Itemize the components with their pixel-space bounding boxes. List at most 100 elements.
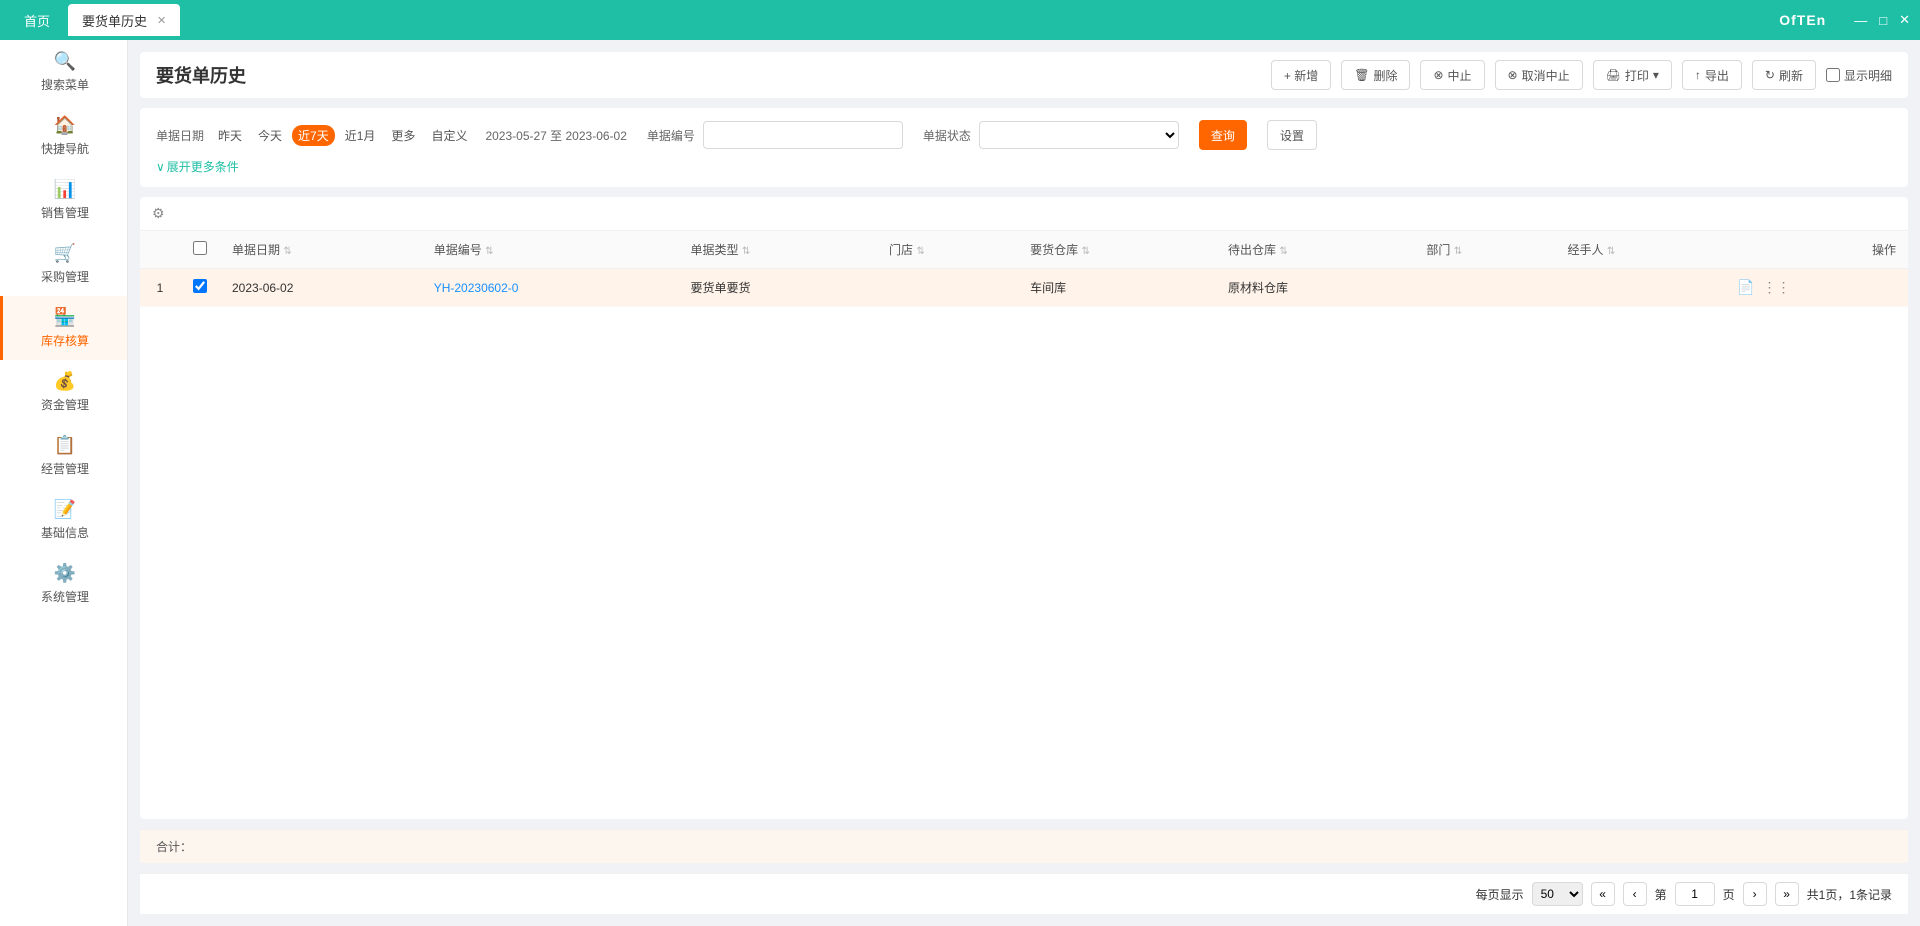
- sort-icon-to-warehouse: ⇅: [1279, 246, 1287, 257]
- row-handler: [1556, 269, 1725, 307]
- window-actions: OfTEn — □ ✕: [1779, 12, 1910, 28]
- settings-filter-button[interactable]: 设置: [1267, 120, 1317, 150]
- basic-icon: 📝: [54, 499, 76, 520]
- brand-text: OfTEn: [1779, 12, 1826, 28]
- col-header-doc-type[interactable]: 单据类型 ⇅: [679, 231, 877, 269]
- page-goto-label: 第: [1655, 886, 1667, 903]
- expand-conditions-button[interactable]: ∨ 展开更多条件: [156, 158, 1892, 175]
- sidebar-item-system[interactable]: ⚙️ 系统管理: [0, 552, 127, 616]
- col-header-department[interactable]: 部门 ⇅: [1414, 231, 1555, 269]
- delete-button[interactable]: 🗑 删除: [1341, 60, 1410, 90]
- sidebar-item-shortcut[interactable]: 🏠 快捷导航: [0, 104, 127, 168]
- row-from-warehouse: 车间库: [1018, 269, 1216, 307]
- sidebar-label-operations: 经营管理: [41, 460, 89, 477]
- top-bar: 首页 要货单历史 ✕ OfTEn — □ ✕: [0, 0, 1920, 40]
- date-label: 单据日期: [156, 127, 204, 144]
- sidebar-label-system: 系统管理: [41, 588, 89, 605]
- page-number-input[interactable]: 1: [1675, 882, 1715, 906]
- cancel-stop-button[interactable]: ⊗ 取消中止: [1495, 60, 1583, 90]
- sidebar-item-finance[interactable]: 💰 资金管理: [0, 360, 127, 424]
- last-page-button[interactable]: »: [1775, 882, 1799, 906]
- sidebar-item-purchase[interactable]: 🛒 采购管理: [0, 232, 127, 296]
- stop-button[interactable]: ⊗ 中止: [1420, 60, 1484, 90]
- refresh-button[interactable]: ↻ 刷新: [1752, 60, 1816, 90]
- home-icon: 🏠: [54, 115, 76, 136]
- shortcut-today[interactable]: 今天: [252, 125, 288, 146]
- print-icon: 🖨: [1606, 68, 1621, 82]
- cancel-stop-icon: ⊗: [1508, 68, 1518, 82]
- col-header-num: [140, 231, 180, 269]
- close-button[interactable]: ✕: [1899, 12, 1910, 28]
- sidebar-label-inventory: 库存核算: [41, 332, 89, 349]
- main-layout: 🔍 搜索菜单 🏠 快捷导航 📊 销售管理 🛒 采购管理 🏪 库存核算 💰 资金管…: [0, 40, 1920, 926]
- operations-icon: 📋: [54, 435, 76, 456]
- pagination: 每页显示 50 10 20 100 « ‹ 第 1 页 › » 共1页，1条记录: [140, 873, 1908, 914]
- sidebar-label-search: 搜索菜单: [41, 76, 89, 93]
- sidebar-item-sales[interactable]: 📊 销售管理: [0, 168, 127, 232]
- status-filter: 单据状态: [923, 121, 1179, 149]
- row-more-icon[interactable]: ⋮⋮: [1762, 279, 1790, 296]
- table-summary: 合计：: [140, 829, 1908, 863]
- print-dropdown-icon: ▾: [1653, 68, 1659, 82]
- sidebar-item-search[interactable]: 🔍 搜索菜单: [0, 40, 127, 104]
- per-page-select[interactable]: 50 10 20 100: [1532, 882, 1583, 906]
- tab-history[interactable]: 要货单历史 ✕: [68, 4, 180, 36]
- row-edit-icon[interactable]: 📄: [1737, 279, 1754, 296]
- table-area: ⚙ 单据日期 ⇅ 单据编号 ⇅: [140, 197, 1908, 819]
- shortcut-7days[interactable]: 近7天: [292, 125, 335, 146]
- refresh-icon: ↻: [1765, 68, 1775, 82]
- tab-home[interactable]: 首页: [10, 4, 64, 36]
- col-header-store[interactable]: 门店 ⇅: [877, 231, 1018, 269]
- shortcut-more[interactable]: 更多: [385, 125, 421, 146]
- shortcut-custom[interactable]: 自定义: [425, 125, 473, 146]
- print-button[interactable]: 🖨 打印 ▾: [1593, 60, 1672, 90]
- shortcut-yesterday[interactable]: 昨天: [212, 125, 248, 146]
- sales-icon: 📊: [54, 179, 76, 200]
- table-toolbar: ⚙: [140, 197, 1908, 231]
- maximize-button[interactable]: □: [1879, 13, 1887, 28]
- tab-history-label: 要货单历史: [82, 11, 147, 30]
- show-detail-toggle[interactable]: 显示明细: [1826, 67, 1892, 84]
- sidebar-label-sales: 销售管理: [41, 204, 89, 221]
- date-range-display: 2023-05-27 至 2023-06-02: [485, 127, 626, 144]
- sidebar-label-finance: 资金管理: [41, 396, 89, 413]
- sidebar-item-operations[interactable]: 📋 经营管理: [0, 424, 127, 488]
- show-detail-checkbox[interactable]: [1826, 68, 1840, 82]
- doc-no-label: 单据编号: [647, 127, 695, 144]
- row-to-warehouse: 原材料仓库: [1216, 269, 1414, 307]
- table-settings-icon[interactable]: ⚙: [152, 205, 165, 222]
- shortcut-1month[interactable]: 近1月: [339, 125, 382, 146]
- page-title: 要货单历史: [156, 62, 246, 88]
- sort-icon-department: ⇅: [1454, 246, 1462, 257]
- prev-page-button[interactable]: ‹: [1623, 882, 1647, 906]
- tab-list: 首页 要货单历史 ✕: [10, 4, 1779, 36]
- minimize-button[interactable]: —: [1854, 13, 1867, 28]
- add-button[interactable]: + 新增: [1271, 60, 1331, 90]
- status-select[interactable]: [979, 121, 1179, 149]
- select-all-checkbox[interactable]: [193, 241, 207, 255]
- stop-icon: ⊗: [1433, 68, 1443, 82]
- doc-no-input[interactable]: [703, 121, 903, 149]
- sort-icon-date: ⇅: [283, 246, 291, 257]
- col-header-handler[interactable]: 经手人 ⇅: [1556, 231, 1725, 269]
- sidebar-item-basic[interactable]: 📝 基础信息: [0, 488, 127, 552]
- col-header-to-warehouse[interactable]: 待出仓库 ⇅: [1216, 231, 1414, 269]
- sidebar-label-shortcut: 快捷导航: [41, 140, 89, 157]
- next-page-button[interactable]: ›: [1743, 882, 1767, 906]
- export-button[interactable]: ↑ 导出: [1682, 60, 1742, 90]
- first-page-button[interactable]: «: [1591, 882, 1615, 906]
- row-checkbox[interactable]: [193, 279, 207, 293]
- table-row: 1 2023-06-02 YH-20230602-0 要货单要货 车间库 原材料…: [140, 269, 1908, 307]
- doc-no-link[interactable]: YH-20230602-0: [434, 281, 519, 295]
- query-button[interactable]: 查询: [1199, 120, 1247, 150]
- data-table: 单据日期 ⇅ 单据编号 ⇅ 单据类型 ⇅ 门店: [140, 231, 1908, 307]
- summary-label: 合计：: [156, 840, 192, 854]
- tab-close-icon[interactable]: ✕: [157, 14, 166, 27]
- delete-icon: 🗑: [1354, 68, 1369, 82]
- col-header-date[interactable]: 单据日期 ⇅: [220, 231, 422, 269]
- finance-icon: 💰: [54, 371, 76, 392]
- sidebar-item-inventory[interactable]: 🏪 库存核算: [0, 296, 127, 360]
- col-header-doc-no[interactable]: 单据编号 ⇅: [422, 231, 679, 269]
- sort-icon-doc-type: ⇅: [742, 246, 750, 257]
- col-header-from-warehouse[interactable]: 要货仓库 ⇅: [1018, 231, 1216, 269]
